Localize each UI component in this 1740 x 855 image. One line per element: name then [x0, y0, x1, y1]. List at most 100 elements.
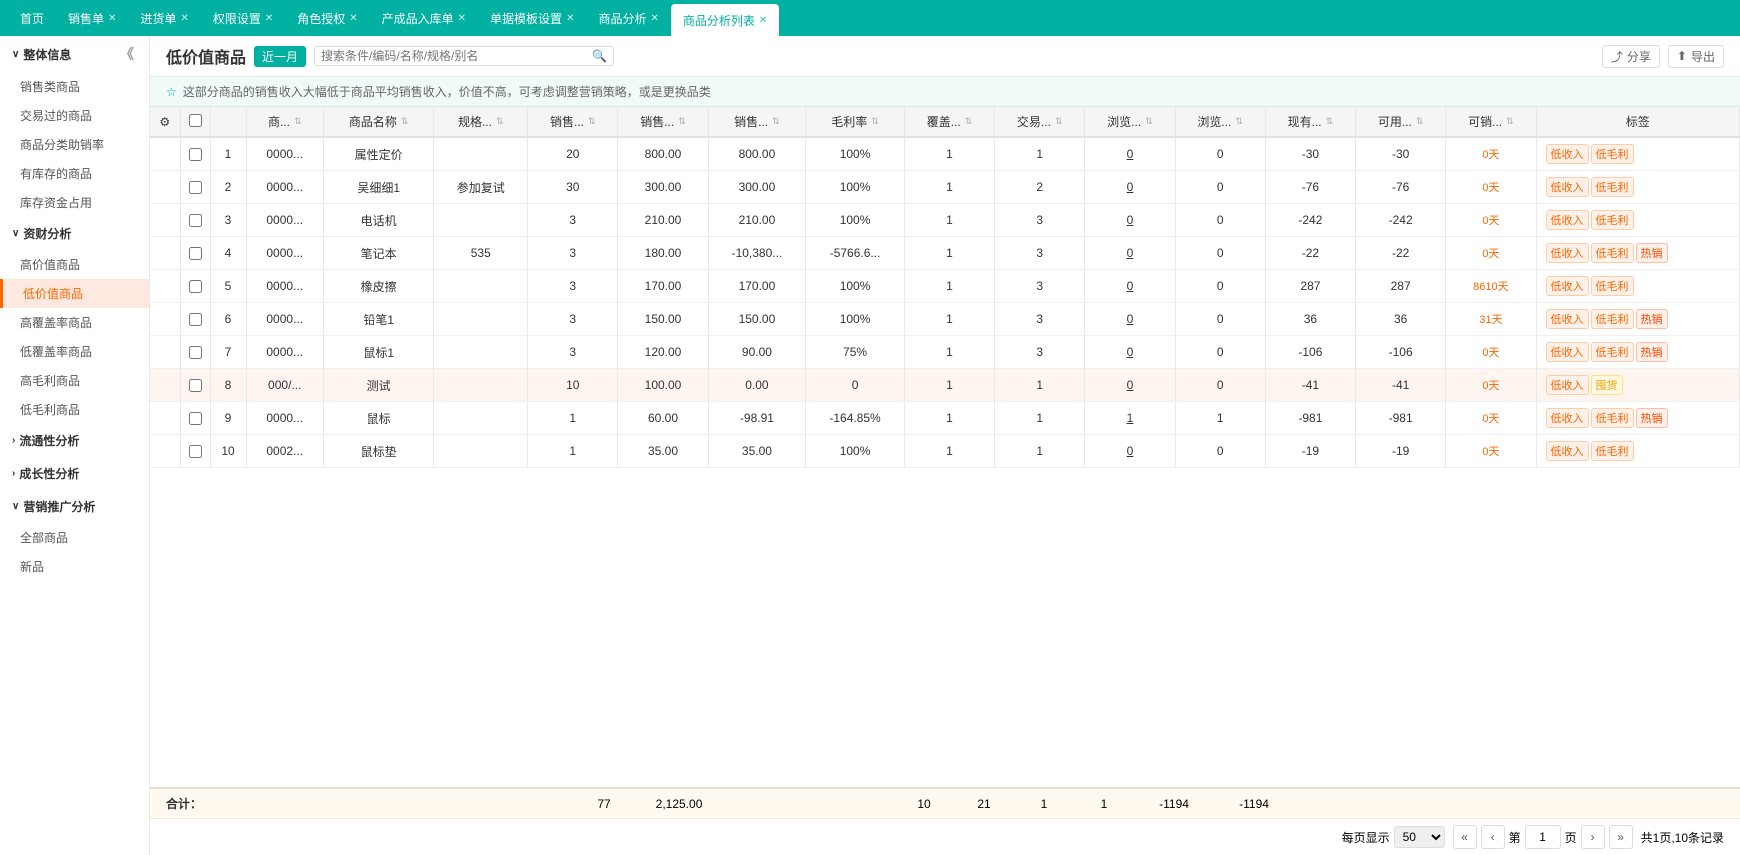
nav-roles[interactable]: 角色授权 ✕ [285, 0, 369, 36]
sidebar-item-high-profit[interactable]: 高毛利商品 [0, 366, 149, 395]
th-cover[interactable]: 覆盖... ⇅ [904, 107, 994, 137]
nav-sales[interactable]: 销售单 ✕ [56, 0, 128, 36]
sidebar-item-category-rate[interactable]: 商品分类助销率 [0, 130, 149, 159]
td-check[interactable] [180, 237, 210, 270]
th-sales-qty[interactable]: 销售... ⇅ [528, 107, 618, 137]
th-current[interactable]: 现有... ⇅ [1265, 107, 1355, 137]
sidebar-item-new-goods[interactable]: 新品 [0, 552, 149, 581]
th-sellable[interactable]: 可销... ⇅ [1446, 107, 1536, 137]
th-settings[interactable]: ⚙ [150, 107, 180, 137]
td-browse1[interactable]: 0 [1085, 171, 1175, 204]
browse1-link[interactable]: 0 [1127, 279, 1134, 293]
browse1-link[interactable]: 0 [1127, 345, 1134, 359]
nav-template-close[interactable]: ✕ [566, 13, 574, 24]
browse1-link[interactable]: 0 [1127, 147, 1134, 161]
sidebar-item-low-coverage[interactable]: 低覆盖率商品 [0, 337, 149, 366]
td-check[interactable] [180, 171, 210, 204]
nav-products[interactable]: 产成品入库单 ✕ [370, 0, 478, 36]
sidebar-section-asset-title[interactable]: ∨ 资财分析 [0, 217, 149, 250]
sidebar-item-stock-goods[interactable]: 有库存的商品 [0, 159, 149, 188]
nav-permissions-close[interactable]: ✕ [265, 13, 273, 24]
td-check[interactable] [180, 402, 210, 435]
sidebar-section-general-title[interactable]: ∨ 整体信息 《 [0, 36, 149, 72]
next-page-button[interactable]: › [1581, 825, 1605, 849]
th-browse2[interactable]: 浏览... ⇅ [1175, 107, 1265, 137]
th-gross-rate[interactable]: 毛利率 ⇅ [806, 107, 905, 137]
th-trade[interactable]: 交易... ⇅ [995, 107, 1085, 137]
td-check[interactable] [180, 369, 210, 402]
td-check[interactable] [180, 204, 210, 237]
browse1-link[interactable]: 0 [1127, 444, 1134, 458]
th-browse1[interactable]: 浏览... ⇅ [1085, 107, 1175, 137]
th-spec[interactable]: 规格... ⇅ [434, 107, 528, 137]
nav-template[interactable]: 单据模板设置 ✕ [478, 0, 586, 36]
row-checkbox[interactable] [189, 346, 202, 359]
sidebar-collapse-btn[interactable]: 《 [117, 44, 137, 64]
sidebar-item-traded-goods[interactable]: 交易过的商品 [0, 101, 149, 130]
nav-permissions[interactable]: 权限设置 ✕ [201, 0, 285, 36]
td-browse1[interactable]: 0 [1085, 137, 1175, 171]
row-checkbox[interactable] [189, 214, 202, 227]
td-check[interactable] [180, 270, 210, 303]
th-name[interactable]: 商品名称 ⇅ [323, 107, 433, 137]
first-page-button[interactable]: « [1453, 825, 1477, 849]
nav-analysis[interactable]: 商品分析 ✕ [586, 0, 670, 36]
nav-analysis-list-close[interactable]: ✕ [759, 15, 767, 26]
row-checkbox[interactable] [189, 412, 202, 425]
nav-home[interactable]: 首页 [8, 0, 56, 36]
row-checkbox[interactable] [189, 247, 202, 260]
row-checkbox[interactable] [189, 148, 202, 161]
browse1-link[interactable]: 1 [1127, 411, 1134, 425]
page-size-select[interactable]: 50 100 200 [1394, 826, 1445, 848]
td-browse1[interactable]: 0 [1085, 369, 1175, 402]
th-sales-net[interactable]: 销售... ⇅ [708, 107, 806, 137]
sidebar-item-high-coverage[interactable]: 高覆盖率商品 [0, 308, 149, 337]
td-browse1[interactable]: 0 [1085, 204, 1175, 237]
sidebar-item-inventory-capital[interactable]: 库存资金占用 [0, 188, 149, 217]
td-browse1[interactable]: 0 [1085, 336, 1175, 369]
sidebar-item-low-value[interactable]: 低价值商品 [0, 279, 149, 308]
th-sales-amount[interactable]: 销售... ⇅ [618, 107, 708, 137]
browse1-link[interactable]: 0 [1127, 312, 1134, 326]
prev-page-button[interactable]: ‹ [1481, 825, 1505, 849]
td-check[interactable] [180, 435, 210, 468]
sidebar-section-circulation-title[interactable]: › 流通性分析 [0, 424, 149, 457]
sidebar-section-growth-title[interactable]: › 成长性分析 [0, 457, 149, 490]
nav-purchase-close[interactable]: ✕ [180, 13, 188, 24]
nav-purchase[interactable]: 进货单 ✕ [128, 0, 200, 36]
search-input[interactable] [321, 49, 592, 63]
td-browse1[interactable]: 0 [1085, 270, 1175, 303]
td-browse1[interactable]: 0 [1085, 237, 1175, 270]
nav-products-close[interactable]: ✕ [458, 13, 466, 24]
td-check[interactable] [180, 303, 210, 336]
row-checkbox[interactable] [189, 379, 202, 392]
nav-analysis-close[interactable]: ✕ [650, 13, 658, 24]
sidebar-item-sales-goods[interactable]: 销售类商品 [0, 72, 149, 101]
td-browse1[interactable]: 0 [1085, 435, 1175, 468]
browse1-link[interactable]: 0 [1127, 213, 1134, 227]
last-page-button[interactable]: » [1609, 825, 1633, 849]
share-button[interactable]: ⤴ 分享 [1602, 45, 1660, 68]
browse1-link[interactable]: 0 [1127, 246, 1134, 260]
th-check[interactable] [180, 107, 210, 137]
select-all-checkbox[interactable] [189, 114, 202, 127]
td-check[interactable] [180, 336, 210, 369]
th-available[interactable]: 可用... ⇅ [1356, 107, 1446, 137]
row-checkbox[interactable] [189, 313, 202, 326]
sidebar-item-all-goods[interactable]: 全部商品 [0, 523, 149, 552]
sidebar-item-high-value[interactable]: 高价值商品 [0, 250, 149, 279]
browse1-link[interactable]: 0 [1127, 180, 1134, 194]
nav-roles-close[interactable]: ✕ [349, 13, 357, 24]
table-wrapper[interactable]: ⚙ 商... ⇅ 商品名称 ⇅ 规格... ⇅ 销售... ⇅ 销售... ⇅ … [150, 107, 1740, 787]
th-code[interactable]: 商... ⇅ [246, 107, 323, 137]
nav-analysis-list[interactable]: 商品分析列表 ✕ [671, 4, 779, 36]
sidebar-item-low-profit[interactable]: 低毛利商品 [0, 395, 149, 424]
td-browse1[interactable]: 0 [1085, 303, 1175, 336]
td-browse1[interactable]: 1 [1085, 402, 1175, 435]
sidebar-section-marketing-title[interactable]: ∨ 营销推广分析 [0, 490, 149, 523]
nav-sales-close[interactable]: ✕ [108, 13, 116, 24]
export-button[interactable]: ⬆ 导出 [1668, 45, 1724, 68]
td-check[interactable] [180, 137, 210, 171]
browse1-link[interactable]: 0 [1127, 378, 1134, 392]
row-checkbox[interactable] [189, 181, 202, 194]
